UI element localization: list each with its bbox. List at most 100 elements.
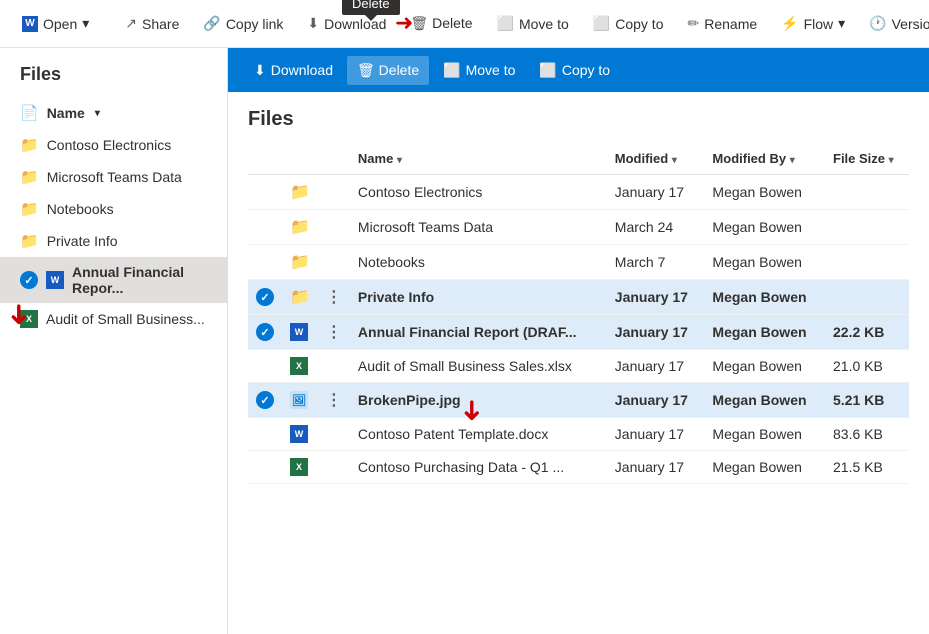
document-icon: 📄 <box>20 104 39 122</box>
row-icon-cell: 🖼 <box>282 383 318 418</box>
table-row[interactable]: ✓W⋮Annual Financial Report (DRAF...Janua… <box>248 315 909 350</box>
table-row[interactable]: XAudit of Small Business Sales.xlsxJanua… <box>248 350 909 383</box>
flow-button[interactable]: ⚡ Flow ▾ <box>771 9 855 38</box>
sidebar-item-annualreport[interactable]: ✓ W Annual Financial Repor... <box>0 257 227 303</box>
sidebar-contoso-label: Contoso Electronics <box>47 137 172 153</box>
copyto-label: Copy to <box>615 16 663 32</box>
table-row[interactable]: 📁 NotebooksMarch 7Megan Bowen <box>248 245 909 280</box>
row-modifiedby-cell: Megan Bowen <box>704 245 825 280</box>
word-icon: W <box>290 425 308 443</box>
row-name-cell[interactable]: Audit of Small Business Sales.xlsx <box>350 350 607 383</box>
table-row[interactable]: ✓📁⋮Private InfoJanuary 17Megan Bowen <box>248 280 909 315</box>
rename-button[interactable]: ✏ Rename <box>677 9 767 38</box>
row-dots-cell[interactable]: ⋮ <box>318 280 350 315</box>
sidebar-item-privateinfo[interactable]: 📁 Private Info <box>0 225 227 257</box>
col-name-header[interactable]: Name ▾ <box>350 143 607 175</box>
dots-menu-icon[interactable]: ⋮ <box>326 289 342 306</box>
table-row[interactable]: WContoso Patent Template.docxJanuary 17M… <box>248 418 909 451</box>
chevron-down-icon-flow: ▾ <box>838 15 845 32</box>
sec-copyto-label: Copy to <box>562 62 610 78</box>
copyto-button[interactable]: ⬜ Copy to <box>583 9 674 38</box>
versionhist-button[interactable]: 🕐 Version hist... <box>859 9 929 38</box>
dots-menu-icon[interactable]: ⋮ <box>326 392 342 409</box>
row-icon-cell: 📁 <box>282 210 318 245</box>
folder-icon: 📁 <box>290 289 310 306</box>
row-dots-cell[interactable] <box>318 451 350 484</box>
moveto-button[interactable]: ⬜ Move to <box>487 9 579 38</box>
row-dots-cell[interactable] <box>318 350 350 383</box>
table-row[interactable]: XContoso Purchasing Data - Q1 ...January… <box>248 451 909 484</box>
secondary-toolbar: Delete ➜ ⬇ Download 🗑 Delete ⬜ Move to ⬜… <box>228 48 929 92</box>
row-name-cell[interactable]: Annual Financial Report (DRAF... <box>350 315 607 350</box>
row-modified-cell: January 17 <box>607 350 705 383</box>
row-filesize-cell: 21.5 KB <box>825 451 909 484</box>
rename-icon: ✏ <box>687 15 699 32</box>
rename-label: Rename <box>704 16 757 32</box>
moveto-label: Move to <box>519 16 569 32</box>
sec-delete-button[interactable]: 🗑 Delete <box>347 56 429 85</box>
row-check-cell: ✓ <box>248 315 282 350</box>
arrow-red-secondary: ➜ <box>400 48 418 54</box>
download-icon-sec: ⬇ <box>254 62 266 79</box>
row-filesize-cell <box>825 210 909 245</box>
sidebar-item-teams[interactable]: 📁 Microsoft Teams Data <box>0 161 227 193</box>
row-filesize-cell: 21.0 KB <box>825 350 909 383</box>
row-check-cell <box>248 175 282 210</box>
open-button[interactable]: W Open ▾ <box>12 9 99 38</box>
sidebar-item-contoso[interactable]: 📁 Contoso Electronics <box>0 129 227 161</box>
delete-tooltip-top: Delete <box>342 0 400 15</box>
row-filesize-cell: 83.6 KB <box>825 418 909 451</box>
row-dots-cell[interactable]: ⋮ <box>318 315 350 350</box>
col-modifiedby-header[interactable]: Modified By ▾ <box>704 143 825 175</box>
row-name-cell[interactable]: Notebooks <box>350 245 607 280</box>
row-dots-cell[interactable] <box>318 245 350 280</box>
row-icon-cell: 📁 <box>282 175 318 210</box>
row-name-cell[interactable]: Contoso Purchasing Data - Q1 ... <box>350 451 607 484</box>
table-row[interactable]: 📁Contoso ElectronicsJanuary 17Megan Bowe… <box>248 175 909 210</box>
row-check-cell <box>248 210 282 245</box>
check-circle: ✓ <box>256 323 274 341</box>
share-button[interactable]: ↗ Share <box>115 9 189 38</box>
row-dots-cell[interactable] <box>318 210 350 245</box>
row-dots-cell[interactable]: ⋮ <box>318 383 350 418</box>
row-name-cell[interactable]: Private Info <box>350 280 607 315</box>
sidebar-item-notebooks[interactable]: 📁 Notebooks <box>0 193 227 225</box>
row-icon-cell: W <box>282 418 318 451</box>
sidebar: Files 📄 Name ▾ 📁 Contoso Electronics 📁 M… <box>0 48 228 634</box>
sec-moveto-button[interactable]: ⬜ Move to <box>433 56 525 85</box>
row-filesize-cell <box>825 245 909 280</box>
table-row[interactable]: 📁Microsoft Teams DataMarch 24Megan Bowen <box>248 210 909 245</box>
col-check <box>248 143 282 175</box>
sidebar-name-label: Name <box>47 105 85 121</box>
sec-download-button[interactable]: ⬇ Download <box>244 56 343 85</box>
flow-label: Flow <box>804 16 834 32</box>
sidebar-name-header[interactable]: 📄 Name ▾ <box>0 97 227 129</box>
sec-delete-label: Delete <box>379 62 419 78</box>
history-icon: 🕐 <box>869 15 886 32</box>
row-modifiedby-cell: Megan Bowen <box>704 451 825 484</box>
dots-menu-icon[interactable]: ⋮ <box>326 324 342 341</box>
col-filesize-header[interactable]: File Size ▾ <box>825 143 909 175</box>
folder-icon: 📁 <box>290 184 310 201</box>
row-dots-cell[interactable] <box>318 418 350 451</box>
sort-arrow-name: ▾ <box>397 155 402 166</box>
table-row[interactable]: ✓🖼⋮BrokenPipe.jpgJanuary 17Megan Bowen5.… <box>248 383 909 418</box>
col-modified-header[interactable]: Modified ▾ <box>607 143 705 175</box>
row-icon-cell: 📁 <box>282 245 318 280</box>
col-modified-label: Modified <box>615 151 668 166</box>
row-name-cell[interactable]: Contoso Electronics <box>350 175 607 210</box>
row-filesize-cell <box>825 175 909 210</box>
row-modifiedby-cell: Megan Bowen <box>704 175 825 210</box>
row-modifiedby-cell: Megan Bowen <box>704 383 825 418</box>
sec-copyto-button[interactable]: ⬜ Copy to <box>529 56 620 85</box>
row-name-cell[interactable]: Contoso Patent Template.docx <box>350 418 607 451</box>
row-dots-cell[interactable] <box>318 175 350 210</box>
copylink-button[interactable]: 🔗 Copy link <box>193 9 293 38</box>
row-modifiedby-cell: Megan Bowen <box>704 280 825 315</box>
folder-icon: 📁 <box>290 254 310 271</box>
row-modified-cell: March 7 <box>607 245 705 280</box>
row-icon-cell: W <box>282 315 318 350</box>
row-name-cell[interactable]: Microsoft Teams Data <box>350 210 607 245</box>
sidebar-privateinfo-label: Private Info <box>47 233 118 249</box>
download-icon: ⬇ <box>307 15 319 32</box>
